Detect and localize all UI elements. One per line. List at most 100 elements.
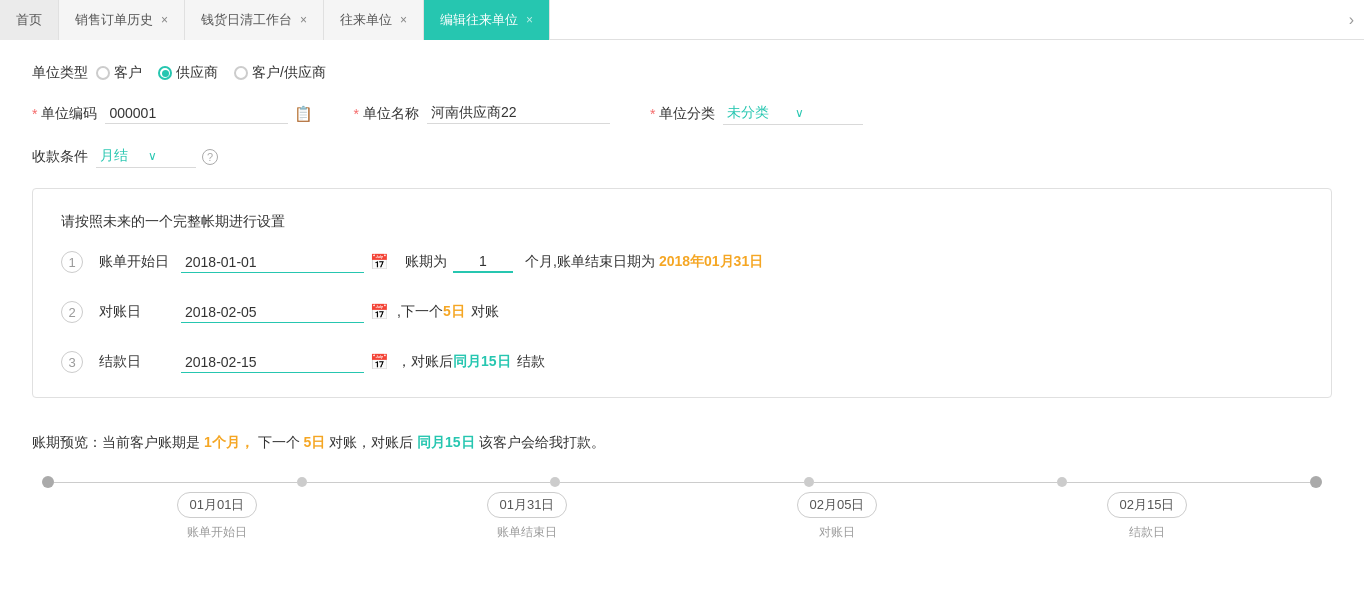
- tab-cash-workbench-close[interactable]: ×: [300, 13, 307, 27]
- timeline-node-dot-4: [1057, 477, 1067, 487]
- preview-reconcile-prefix: 下一个: [258, 434, 300, 450]
- unit-name-group: * 单位名称: [353, 103, 609, 124]
- tab-edit-partner-label: 编辑往来单位: [440, 11, 518, 29]
- unit-info-row: * 单位编码 📋 * 单位名称 * 单位分类 未分类 ∨: [32, 102, 1332, 125]
- radio-customer[interactable]: 客户: [96, 64, 142, 82]
- unit-type-group: 单位类型 客户 供应商 客户/供应商: [32, 64, 326, 82]
- timeline-label-1: 账单开始日: [187, 524, 247, 541]
- timeline-badge-3: 02月05日: [797, 492, 878, 518]
- step-1-cal[interactable]: 📅: [370, 253, 389, 271]
- timeline-right-dot: [1310, 476, 1322, 488]
- unit-category-value: 未分类: [727, 104, 791, 122]
- timeline-label-4: 结款日: [1129, 524, 1165, 541]
- step-1-num: 1: [61, 251, 83, 273]
- timeline-line-seg4: [814, 482, 1057, 483]
- step-1-row: 1 账单开始日 📅 账期为 个月,账单结束日期为 2018年01月31日: [61, 251, 1303, 273]
- timeline-node-4: 02月15日 结款日: [1107, 492, 1188, 541]
- unit-type-label: 单位类型: [32, 64, 88, 82]
- settings-section: 请按照未来的一个完整帐期进行设置 1 账单开始日 📅 账期为 个月,账单结束日期…: [32, 188, 1332, 398]
- tab-edit-partner-close[interactable]: ×: [526, 13, 533, 27]
- step-1-period-end: 2018年01月31日: [659, 253, 763, 271]
- timeline-node-dot-3: [804, 477, 814, 487]
- timeline-badge-4: 02月15日: [1107, 492, 1188, 518]
- step-3-label: 结款日: [99, 353, 169, 371]
- preview-period: 1个月，: [204, 434, 254, 450]
- unit-code-star: *: [32, 106, 37, 122]
- tab-sales-history-close[interactable]: ×: [161, 13, 168, 27]
- step-2-cal[interactable]: 📅: [370, 303, 389, 321]
- timeline-label-3: 对账日: [819, 524, 855, 541]
- unit-code-icon[interactable]: 📋: [294, 105, 313, 123]
- unit-category-group: * 单位分类 未分类 ∨: [650, 102, 863, 125]
- radio-customer-circle: [96, 66, 110, 80]
- step-2-label: 对账日: [99, 303, 169, 321]
- unit-category-arrow: ∨: [795, 106, 859, 120]
- radio-customer-supplier-label: 客户/供应商: [252, 64, 326, 82]
- step-1-date[interactable]: [181, 252, 364, 273]
- unit-name-input[interactable]: [427, 103, 610, 124]
- step-3-desc-prefix: ，对账后: [397, 353, 453, 371]
- radio-customer-supplier[interactable]: 客户/供应商: [234, 64, 326, 82]
- unit-category-select[interactable]: 未分类 ∨: [723, 102, 863, 125]
- tab-edit-partner[interactable]: 编辑往来单位 ×: [424, 0, 550, 40]
- step-3-desc-suffix: 结款: [517, 353, 545, 371]
- preview-reconcile-highlight: 5日: [303, 434, 325, 450]
- radio-customer-label: 客户: [114, 64, 142, 82]
- unit-category-star: *: [650, 106, 655, 122]
- step-2-num: 2: [61, 301, 83, 323]
- step-3-row: 3 结款日 📅 ，对账后 同月15日 结款: [61, 351, 1303, 373]
- step-3-cal[interactable]: 📅: [370, 353, 389, 371]
- unit-code-label: 单位编码: [41, 105, 97, 123]
- section-title: 请按照未来的一个完整帐期进行设置: [61, 213, 1303, 231]
- step-1-period-suffix: 个月,账单结束日期为: [525, 253, 655, 271]
- step-3-num: 3: [61, 351, 83, 373]
- step-1-label: 账单开始日: [99, 253, 169, 271]
- timeline-node-1: 01月01日 账单开始日: [177, 492, 258, 541]
- timeline-node-2: 01月31日 账单结束日: [487, 492, 568, 541]
- unit-code-group: * 单位编码 📋: [32, 103, 313, 124]
- step-3-desc-highlight: 同月15日: [453, 353, 511, 371]
- preview-row: 账期预览：当前客户账期是 1个月， 下一个 5日 对账，对账后 同月15日 该客…: [32, 418, 1332, 452]
- preview-label: 账期预览：当前客户账期是: [32, 434, 200, 450]
- step-2-desc-highlight: 5日: [443, 303, 465, 321]
- timeline-badge-1: 01月01日: [177, 492, 258, 518]
- tab-home[interactable]: 首页: [0, 0, 59, 40]
- radio-supplier-circle: [158, 66, 172, 80]
- unit-name-label: 单位名称: [363, 105, 419, 123]
- payment-condition-value: 月结: [100, 147, 144, 165]
- step-1-period-prefix: 账期为: [405, 253, 447, 271]
- unit-code-input[interactable]: [105, 103, 288, 124]
- radio-group: 客户 供应商 客户/供应商: [96, 64, 326, 82]
- step-2-row: 2 对账日 📅 ,下一个 5日 对账: [61, 301, 1303, 323]
- payment-help-icon[interactable]: ?: [202, 149, 218, 165]
- radio-supplier-label: 供应商: [176, 64, 218, 82]
- payment-condition-label: 收款条件: [32, 148, 88, 166]
- timeline-node-dot-1: [297, 477, 307, 487]
- unit-name-star: *: [353, 106, 358, 122]
- step-2-date[interactable]: [181, 302, 364, 323]
- tab-partner[interactable]: 往来单位 ×: [324, 0, 424, 40]
- tabs-chevron[interactable]: ›: [1339, 11, 1364, 29]
- timeline-label-2: 账单结束日: [497, 524, 557, 541]
- timeline-line-seg3: [560, 482, 803, 483]
- timeline-badge-2: 01月31日: [487, 492, 568, 518]
- timeline-line-seg1: [54, 482, 297, 483]
- unit-category-label: 单位分类: [659, 105, 715, 123]
- timeline-left-dot: [42, 476, 54, 488]
- tab-sales-history-label: 销售订单历史: [75, 11, 153, 29]
- tab-partner-close[interactable]: ×: [400, 13, 407, 27]
- step-2-desc-prefix: ,下一个: [397, 303, 443, 321]
- preview-payment-highlight: 同月15日: [417, 434, 475, 450]
- tab-sales-history[interactable]: 销售订单历史 ×: [59, 0, 185, 40]
- radio-supplier[interactable]: 供应商: [158, 64, 218, 82]
- step-1-period-input[interactable]: [453, 251, 513, 273]
- step-3-date[interactable]: [181, 352, 364, 373]
- tab-home-label: 首页: [16, 11, 42, 29]
- payment-condition-select[interactable]: 月结 ∨: [96, 145, 196, 168]
- timeline-node-3: 02月05日 对账日: [797, 492, 878, 541]
- preview-payment-suffix: 该客户会给我打款。: [479, 434, 605, 450]
- payment-condition-arrow: ∨: [148, 149, 192, 163]
- payment-condition-group: 收款条件 月结 ∨ ?: [32, 145, 218, 168]
- tab-cash-workbench[interactable]: 钱货日清工作台 ×: [185, 0, 324, 40]
- timeline-container: 01月01日 账单开始日 01月31日 账单结束日 02月05日 对账日 02月…: [32, 476, 1332, 541]
